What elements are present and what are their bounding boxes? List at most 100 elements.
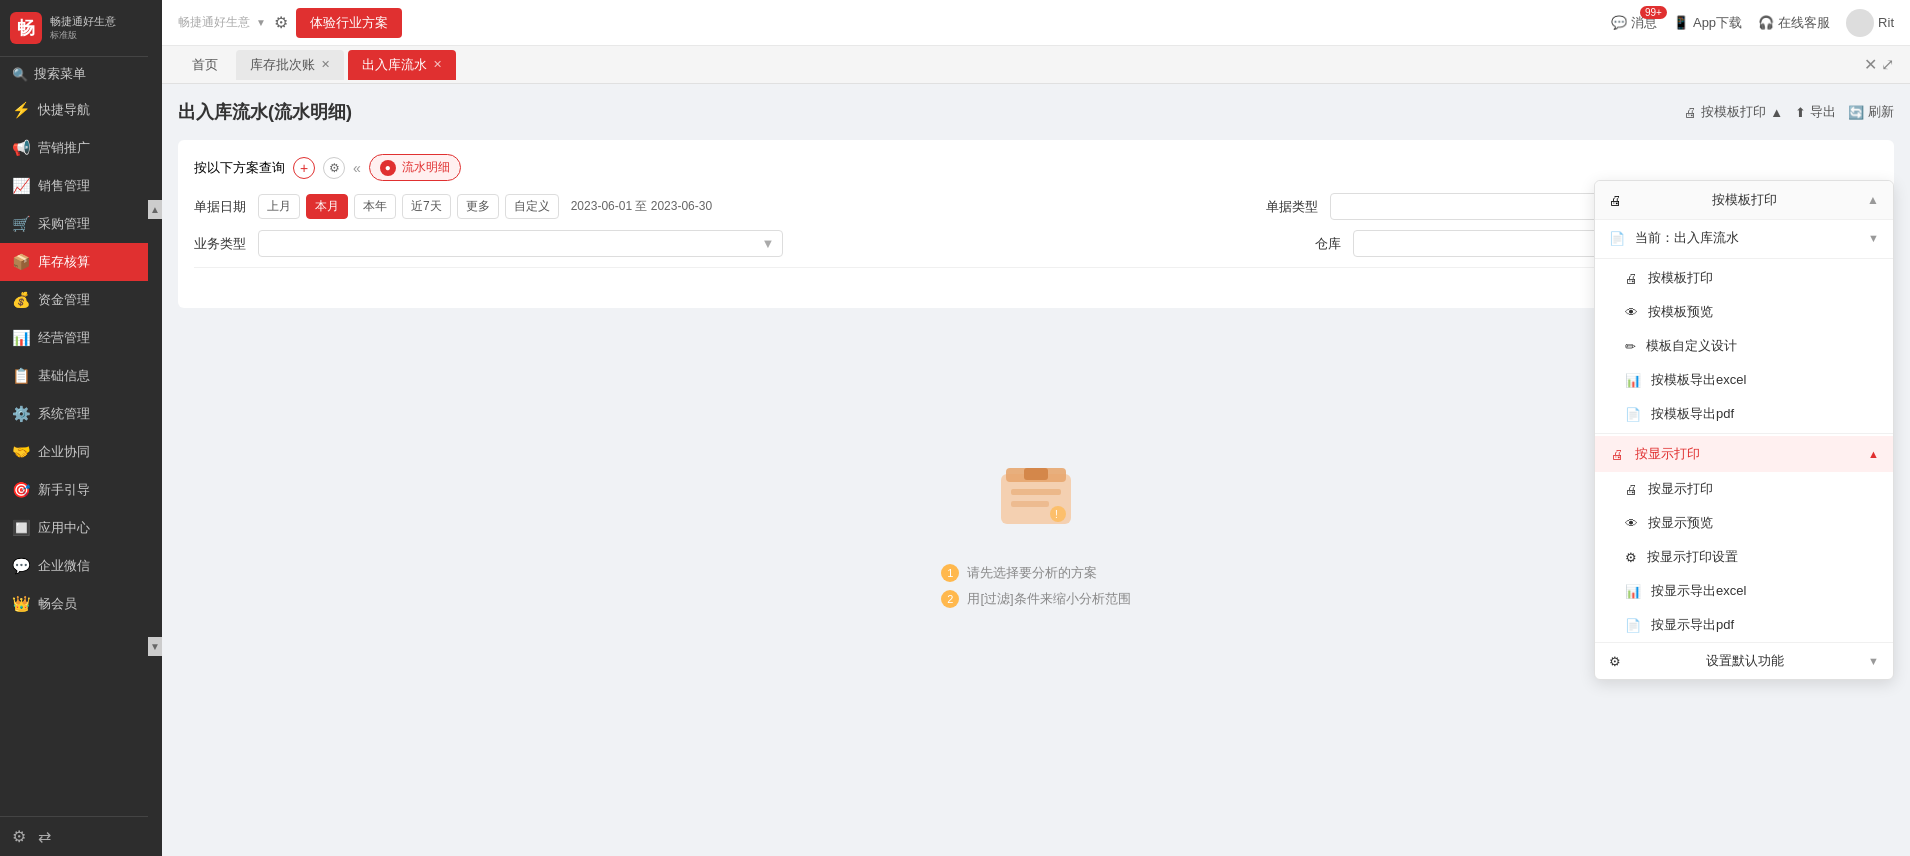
dropdown-template-excel[interactable]: 📊 按模板导出excel xyxy=(1595,363,1893,397)
filter-add-btn[interactable]: + xyxy=(293,157,315,179)
sidebar-item-finance[interactable]: 💰 资金管理 xyxy=(0,281,148,319)
dropdown-template-preview[interactable]: 👁 按模板预览 xyxy=(1595,295,1893,329)
empty-icon: ! xyxy=(986,444,1086,544)
dropdown-template-print[interactable]: 🖨 按模板打印 xyxy=(1595,261,1893,295)
purchase-icon: 🛒 xyxy=(12,215,30,233)
app-badge: 标准版 xyxy=(50,29,116,42)
tpl-print-icon: 🖨 xyxy=(1625,271,1638,286)
system-icon: ⚙️ xyxy=(12,405,30,423)
hint-num-1: 1 xyxy=(941,564,959,582)
sidebar-item-collab[interactable]: 🤝 企业协同 xyxy=(0,433,148,471)
settings-bottom-icon[interactable]: ⚙ xyxy=(12,827,26,846)
topbar-settings-icon[interactable]: ⚙ xyxy=(274,13,288,32)
date-custom-btn[interactable]: 自定义 xyxy=(505,194,559,219)
date-last-month-btn[interactable]: 上月 xyxy=(258,194,300,219)
print-template-btn[interactable]: 🖨 按模板打印 ▲ xyxy=(1684,103,1783,121)
refresh-label: 刷新 xyxy=(1868,103,1894,121)
sidebar-item-basic[interactable]: 📋 基础信息 xyxy=(0,357,148,395)
filter-settings-btn[interactable]: ⚙ xyxy=(323,157,345,179)
dropdown-display-print-settings[interactable]: ⚙ 按显示打印设置 xyxy=(1595,540,1893,574)
dropdown-display-preview[interactable]: 👁 按显示预览 xyxy=(1595,506,1893,540)
headset-icon: 🎧 xyxy=(1758,15,1774,30)
sidebar-item-label: 企业协同 xyxy=(38,443,90,461)
sidebar-item-member[interactable]: 👑 畅会员 xyxy=(0,585,148,623)
sidebar-item-enterprise-wx[interactable]: 💬 企业微信 xyxy=(0,547,148,585)
dropdown-display-pdf[interactable]: 📄 按显示导出pdf xyxy=(1595,608,1893,642)
date-7days-btn[interactable]: 近7天 xyxy=(402,194,451,219)
dropdown-panel-up-arrow[interactable]: ▲ xyxy=(1867,193,1879,207)
sidebar-scroll-up[interactable]: ▲ xyxy=(148,200,162,219)
dropdown-template-custom[interactable]: ✏ 模板自定义设计 xyxy=(1595,329,1893,363)
date-filter: 上月 本月 本年 近7天 更多 自定义 xyxy=(258,194,559,219)
disp-excel-icon: 📊 xyxy=(1625,584,1641,599)
date-this-month-btn[interactable]: 本月 xyxy=(306,194,348,219)
messages-icon: 💬 xyxy=(1611,15,1627,30)
messages-btn[interactable]: 💬 消息 99+ xyxy=(1611,14,1657,32)
expand-bottom-icon[interactable]: ⇄ xyxy=(38,827,51,846)
sidebar-item-label: 采购管理 xyxy=(38,215,90,233)
divider-2 xyxy=(1595,433,1893,434)
sidebar-item-quick-nav[interactable]: ⚡ 快捷导航 xyxy=(0,91,148,129)
sidebar-item-label: 销售管理 xyxy=(38,177,90,195)
tab-batch-account-close[interactable]: ✕ xyxy=(321,58,330,71)
tab-home[interactable]: 首页 xyxy=(178,50,232,80)
dropdown-panel-icon: 🖨 xyxy=(1609,193,1622,208)
filter-query-header: 按以下方案查询 + ⚙ « ● 流水明细 xyxy=(194,154,1878,181)
tab-batch-account[interactable]: 库存批次账 ✕ xyxy=(236,50,344,80)
tab-expand-btn[interactable]: ⤢ xyxy=(1881,55,1894,74)
tab-home-label: 首页 xyxy=(192,56,218,74)
disp-settings-icon: ⚙ xyxy=(1625,550,1637,565)
sidebar-item-guide[interactable]: 🎯 新手引导 xyxy=(0,471,148,509)
dropdown-footer[interactable]: ⚙ 设置默认功能 ▼ xyxy=(1595,642,1893,679)
sidebar-item-app-center[interactable]: 🔲 应用中心 xyxy=(0,509,148,547)
topbar: 畅捷通好生意 ▼ ⚙ 体验行业方案 💬 消息 99+ 📱 App下载 🎧 在线客… xyxy=(162,0,1910,46)
enterprise-wx-icon: 💬 xyxy=(12,557,30,575)
page-title-text: 出入库流水(流水明细) xyxy=(178,100,352,124)
app-download-btn[interactable]: 📱 App下载 xyxy=(1673,14,1742,32)
finance-icon: 💰 xyxy=(12,291,30,309)
dropdown-display-print-header[interactable]: 🖨 按显示打印 ▲ xyxy=(1595,436,1893,472)
export-btn[interactable]: ⬆ 导出 xyxy=(1795,103,1836,121)
tpl-pdf-label: 按模板导出pdf xyxy=(1651,405,1734,423)
biz-type-select[interactable]: ▼ xyxy=(258,230,783,257)
tab-close-all-btn[interactable]: ✕ xyxy=(1864,55,1877,74)
user-avatar-btn[interactable]: Rit xyxy=(1846,9,1894,37)
dropdown-display-print[interactable]: 🖨 按显示打印 xyxy=(1595,472,1893,506)
sidebar-logo: 畅 畅捷通好生意 标准版 xyxy=(0,0,148,57)
print-icon: 🖨 xyxy=(1684,105,1697,120)
sidebar-scroll-down[interactable]: ▼ xyxy=(148,637,162,656)
print-template-label: 按模板打印 xyxy=(1701,103,1766,121)
topbar-dropdown-icon[interactable]: ▼ xyxy=(256,17,266,28)
dropdown-current-item[interactable]: 📄 当前：出入库流水 ▼ xyxy=(1595,220,1893,256)
disp-excel-label: 按显示导出excel xyxy=(1651,582,1746,600)
sidebar-bottom: ⚙ ⇄ xyxy=(0,816,148,856)
tab-inout-flow-close[interactable]: ✕ xyxy=(433,58,442,71)
dropdown-template-pdf[interactable]: 📄 按模板导出pdf xyxy=(1595,397,1893,431)
sidebar-item-label: 应用中心 xyxy=(38,519,90,537)
dropdown-display-excel[interactable]: 📊 按显示导出excel xyxy=(1595,574,1893,608)
tab-inout-flow[interactable]: 出入库流水 ✕ xyxy=(348,50,456,80)
logo-text-block: 畅捷通好生意 标准版 xyxy=(50,14,116,41)
sales-icon: 📈 xyxy=(12,177,30,195)
sidebar-item-operations[interactable]: 📊 经营管理 xyxy=(0,319,148,357)
tpl-excel-label: 按模板导出excel xyxy=(1651,371,1746,389)
sidebar-item-sales[interactable]: 📈 销售管理 xyxy=(0,167,148,205)
sidebar-item-marketing[interactable]: 📢 营销推广 xyxy=(0,129,148,167)
refresh-btn[interactable]: 🔄 刷新 xyxy=(1848,103,1894,121)
sidebar-item-inventory[interactable]: 📦 库存核算 xyxy=(0,243,148,281)
marketing-icon: 📢 xyxy=(12,139,30,157)
sidebar-search[interactable]: 🔍 搜索菜单 xyxy=(0,57,148,91)
topbar-username: 畅捷通好生意 xyxy=(178,14,250,31)
trial-btn[interactable]: 体验行业方案 xyxy=(296,8,402,38)
current-dropdown-arrow: ▼ xyxy=(1868,232,1879,244)
sidebar-item-purchase[interactable]: 🛒 采购管理 xyxy=(0,205,148,243)
footer-dropdown-arrow: ▼ xyxy=(1868,655,1879,667)
filter-tag-flow[interactable]: ● 流水明细 xyxy=(369,154,461,181)
display-print-header-icon: 🖨 xyxy=(1609,446,1625,462)
date-more-btn[interactable]: 更多 xyxy=(457,194,499,219)
filter-collapse-left-btn[interactable]: « xyxy=(353,160,361,176)
sidebar-item-system[interactable]: ⚙️ 系统管理 xyxy=(0,395,148,433)
online-service-btn[interactable]: 🎧 在线客服 xyxy=(1758,14,1830,32)
date-this-year-btn[interactable]: 本年 xyxy=(354,194,396,219)
sidebar-item-label: 企业微信 xyxy=(38,557,90,575)
